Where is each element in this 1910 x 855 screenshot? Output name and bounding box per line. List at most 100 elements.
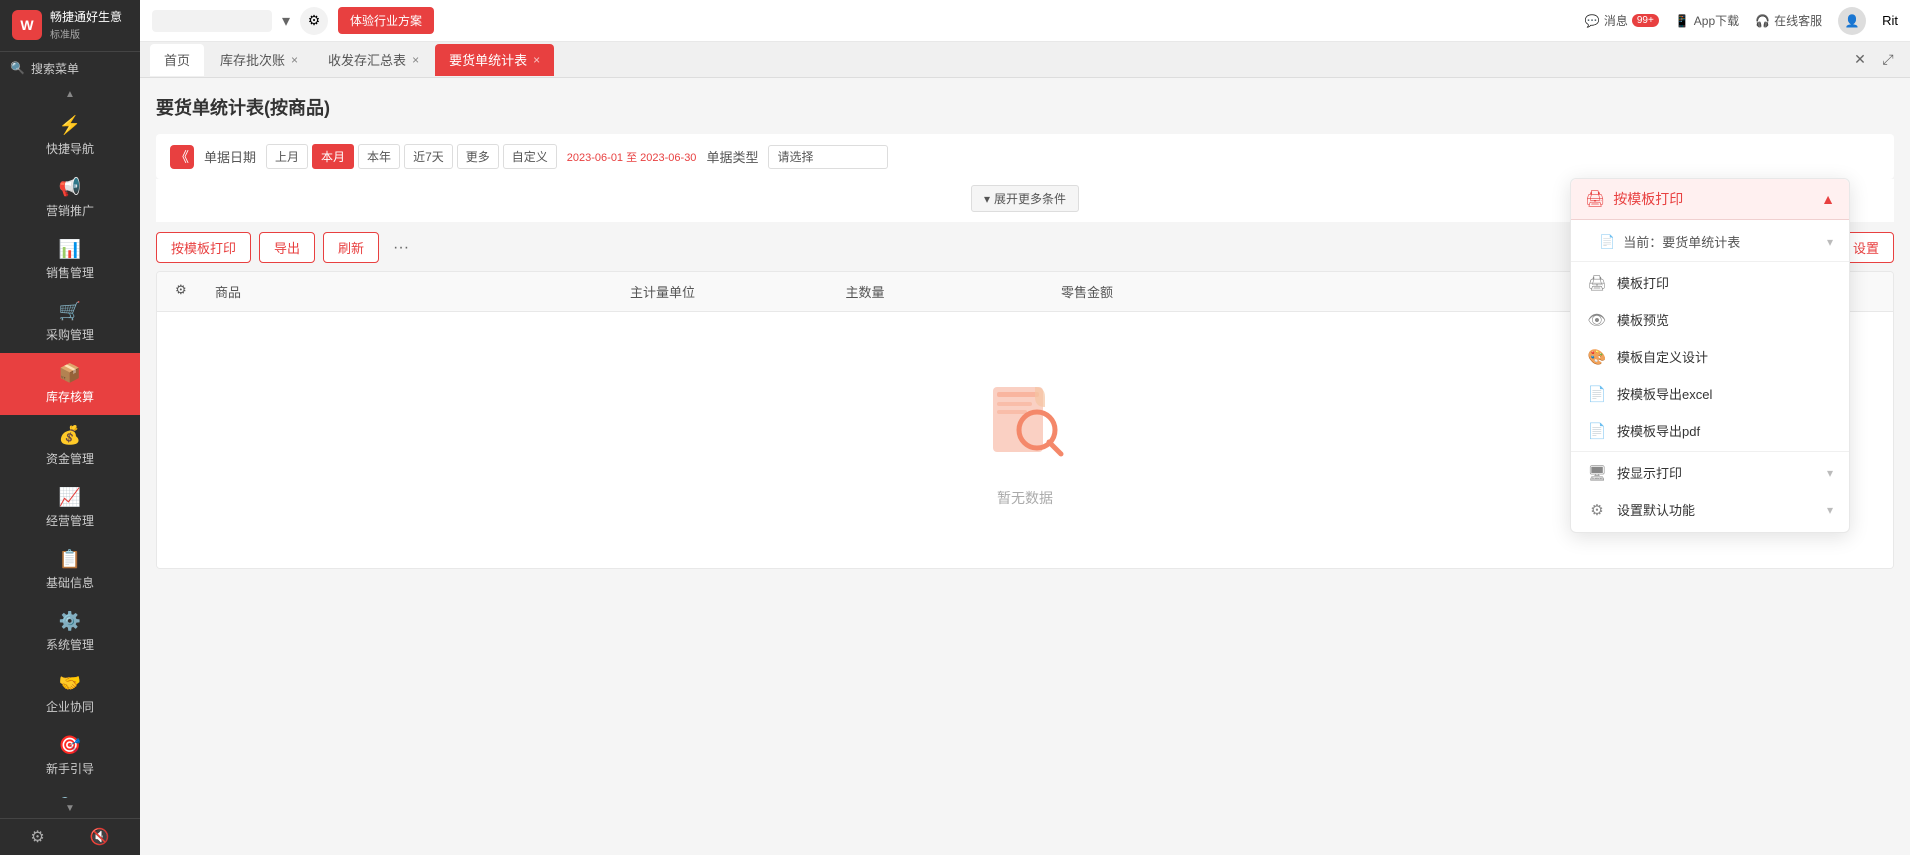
th-qty: 主数量: [838, 272, 1054, 311]
dropdown-item-set-default[interactable]: ⚙ 设置默认功能 ▾: [1571, 491, 1849, 528]
template-design-label: 模板自定义设计: [1617, 347, 1833, 366]
page-title: 要货单统计表(按商品): [156, 94, 1894, 120]
online-service-item[interactable]: 🎧 在线客服: [1755, 12, 1822, 29]
sidebar-item-apps[interactable]: 🔧应用中心: [0, 787, 140, 798]
sidebar-nav: ⚡快捷导航📢营销推广📊销售管理 🛒 采购管理 📦库存核算💰资金管理📈经营管理 📋 基础信息…: [0, 105, 140, 798]
nav-label-operation: 经营管理: [46, 512, 94, 529]
tab-close-all[interactable]: ✕: [1848, 48, 1872, 72]
nav-label-purchase: 采购管理: [46, 326, 94, 343]
more-btn[interactable]: ···: [387, 234, 415, 262]
sidebar: W 畅捷通好生意 标准版 🔍 搜索菜单 ▲ ⚡快捷导航📢营销推广📊销售管理 🛒 采购…: [0, 0, 140, 855]
tab-order-stats-close[interactable]: ×: [533, 53, 540, 67]
sidebar-item-system[interactable]: ⚙️系统管理: [0, 601, 140, 663]
tab-payment-summary[interactable]: 收发存汇总表 ×: [314, 44, 433, 76]
sidebar-item-operation[interactable]: 📈经营管理: [0, 477, 140, 539]
divider-1: [1571, 261, 1849, 262]
sidebar-item-marketing[interactable]: 📢营销推广: [0, 167, 140, 229]
print-btn[interactable]: 按模板打印: [156, 232, 251, 263]
dropdown-current-item[interactable]: 📄 当前：要货单统计表 ▾: [1571, 224, 1849, 259]
tab-payment-summary-close[interactable]: ×: [412, 53, 419, 67]
th-amount: 零售金额: [1053, 272, 1269, 311]
page: 要货单统计表(按商品) 《 单据日期 上月 本月 本年 近7天 更多 自定义 2…: [140, 78, 1910, 855]
template-pdf-label: 按模板导出pdf: [1617, 421, 1833, 440]
topbar-settings-icon[interactable]: ⚙: [300, 7, 328, 35]
nav-icon-purchase: 🛒: [59, 301, 81, 322]
date-btn-7days[interactable]: 近7天: [404, 144, 453, 169]
nav-icon-basic: 📋: [59, 549, 81, 570]
refresh-btn[interactable]: 刷新: [323, 232, 379, 263]
divider-2: [1571, 451, 1849, 452]
set-default-icon: ⚙: [1587, 501, 1607, 519]
nav-label-basic: 基础信息: [46, 574, 94, 591]
message-item[interactable]: 💬 消息 99+: [1585, 12, 1659, 29]
template-pdf-icon: 📄: [1587, 422, 1607, 440]
sidebar-item-guide[interactable]: 🎯新手引导: [0, 725, 140, 787]
tab-expand[interactable]: ⤢: [1876, 48, 1900, 72]
sidebar-logo: W 畅捷通好生意 标准版: [0, 0, 140, 52]
sidebar-item-finance[interactable]: 💰资金管理: [0, 415, 140, 477]
date-btn-group: 上月 本月 本年 近7天 更多 自定义: [266, 144, 557, 169]
nav-icon-sales: 📊: [59, 239, 81, 260]
sidebar-scroll-down[interactable]: ▼: [0, 798, 140, 818]
dropdown-item-display-print[interactable]: 🖥 按显示打印 ▾: [1571, 454, 1849, 491]
date-btn-custom[interactable]: 自定义: [503, 144, 557, 169]
date-btn-last-month[interactable]: 上月: [266, 144, 308, 169]
topbar: ▾ ⚙ 体验行业方案 💬 消息 99+ 📱 App下载 🎧 在线客服 👤 Rit: [140, 0, 1910, 42]
tab-home[interactable]: 首页: [150, 44, 204, 76]
nav-icon-finance: 💰: [59, 425, 81, 446]
app-download-item[interactable]: 📱 App下载: [1675, 12, 1739, 29]
nav-label-corp: 企业协同: [46, 698, 94, 715]
expand-more-btn[interactable]: ▾ 展开更多条件: [971, 185, 1079, 212]
topbar-dropdown-icon[interactable]: ▾: [282, 11, 290, 31]
tab-order-stats[interactable]: 要货单统计表 ×: [435, 44, 554, 76]
date-btn-more[interactable]: 更多: [457, 144, 499, 169]
sidebar-item-quick-nav[interactable]: ⚡快捷导航: [0, 105, 140, 167]
filter-bar: 《 单据日期 上月 本月 本年 近7天 更多 自定义 2023-06-01 至 …: [156, 134, 1894, 179]
dropdown-item-template-design[interactable]: 🎨 模板自定义设计: [1571, 338, 1849, 375]
logo-name: 畅捷通好生意: [50, 10, 122, 26]
sidebar-item-basic[interactable]: 📋 基础信息: [0, 539, 140, 601]
th-unit: 主计量单位: [622, 272, 838, 311]
tab-batch-accounts[interactable]: 库存批次账 ×: [206, 44, 312, 76]
dropdown-item-template-preview[interactable]: 👁 模板预览: [1571, 301, 1849, 338]
dropdown-item-template-print[interactable]: 🖨 模板打印: [1571, 264, 1849, 301]
app-download-label: App下载: [1694, 12, 1739, 29]
date-btn-this-year[interactable]: 本年: [358, 144, 400, 169]
dropdown-item-template-pdf[interactable]: 📄 按模板导出pdf: [1571, 412, 1849, 449]
th-settings[interactable]: ⚙: [167, 272, 207, 311]
sidebar-item-sales[interactable]: 📊销售管理: [0, 229, 140, 291]
date-btn-this-month[interactable]: 本月: [312, 144, 354, 169]
sidebar-item-purchase[interactable]: 🛒 采购管理: [0, 291, 140, 353]
template-print-label: 模板打印: [1617, 273, 1833, 292]
expand-icon: ▾: [984, 192, 990, 206]
settings-bottom-icon[interactable]: ⚙: [30, 827, 44, 847]
topbar-search-input[interactable]: [152, 10, 272, 32]
sidebar-search[interactable]: 🔍 搜索菜单: [0, 52, 140, 85]
display-print-icon: 🖥: [1587, 464, 1607, 482]
dropdown-section: 📄 当前：要货单统计表 ▾ 🖨 模板打印 👁 模板预览 🎨 模板自定义设计: [1571, 220, 1849, 532]
avatar[interactable]: 👤: [1838, 7, 1866, 35]
trial-btn[interactable]: 体验行业方案: [338, 7, 434, 34]
sidebar-scroll-up[interactable]: ▲: [0, 85, 140, 105]
empty-text: 暂无数据: [997, 488, 1053, 508]
template-print-icon: 🖨: [1587, 274, 1607, 292]
type-select[interactable]: 请选择: [768, 145, 888, 169]
filter-expand-btn[interactable]: 《: [170, 145, 194, 169]
tab-batch-accounts-close[interactable]: ×: [291, 53, 298, 67]
dropdown-item-template-excel[interactable]: 📄 按模板导出excel: [1571, 375, 1849, 412]
logo-tag: 标准版: [50, 26, 122, 41]
template-excel-label: 按模板导出excel: [1617, 384, 1833, 403]
headset-icon: 🎧: [1755, 14, 1770, 28]
date-range: 2023-06-01 至 2023-06-30: [567, 149, 697, 165]
logo-icon: W: [12, 10, 42, 40]
display-print-label: 按显示打印: [1617, 463, 1817, 482]
user-name: Rit: [1882, 13, 1898, 28]
mute-icon[interactable]: 🔇: [90, 827, 110, 847]
export-btn[interactable]: 导出: [259, 232, 315, 263]
nav-label-guide: 新手引导: [46, 760, 94, 777]
dropdown-header[interactable]: 🖨 按模板打印 ▲: [1571, 179, 1849, 220]
sidebar-item-inventory[interactable]: 📦库存核算: [0, 353, 140, 415]
sidebar-item-corp[interactable]: 🤝企业协同: [0, 663, 140, 725]
message-badge: 99+: [1632, 14, 1659, 27]
current-icon: 📄: [1599, 234, 1615, 250]
